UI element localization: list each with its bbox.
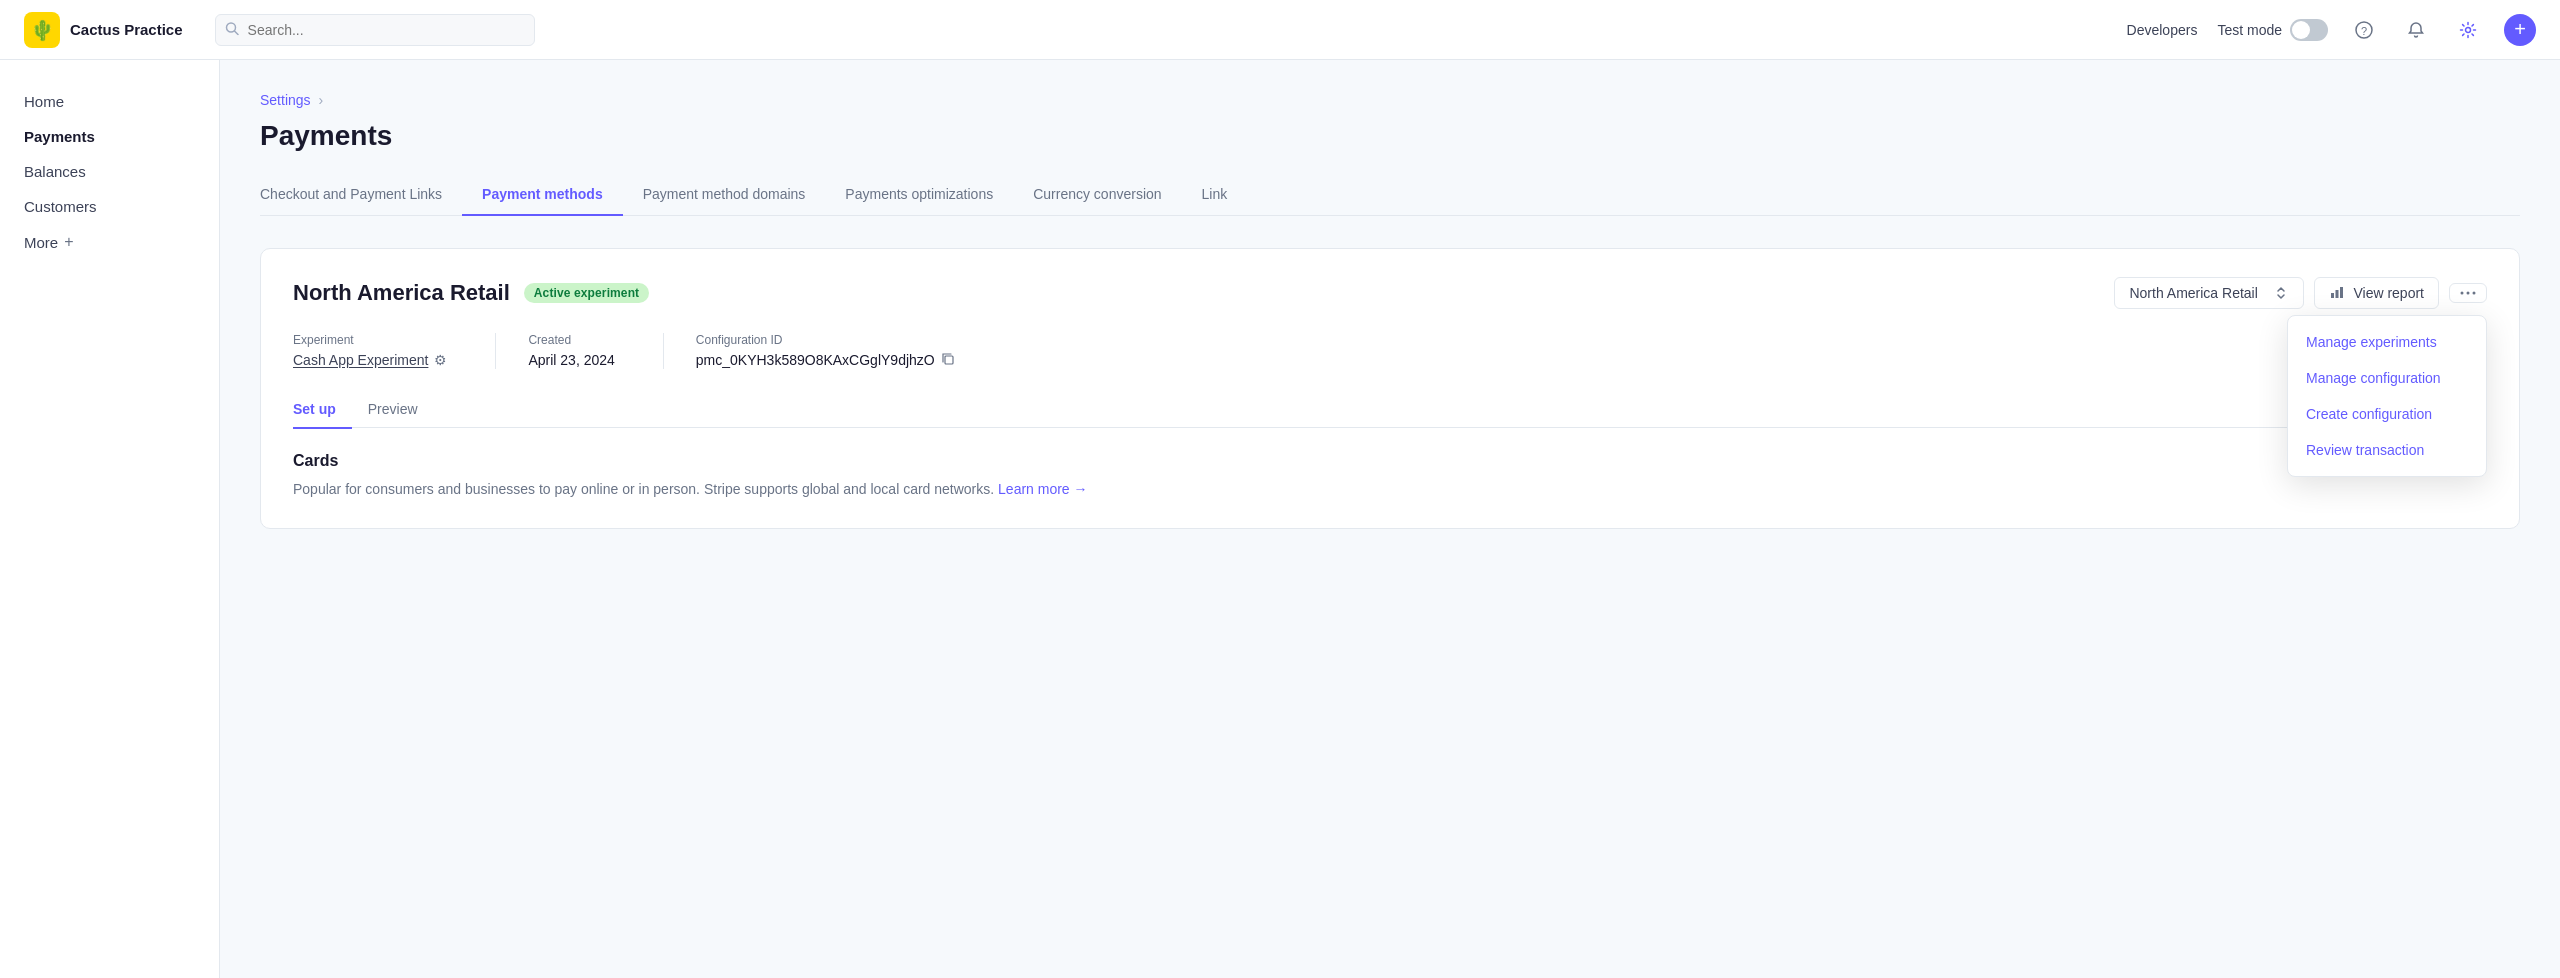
tab-checkout[interactable]: Checkout and Payment Links: [260, 176, 462, 216]
experiment-label: Experiment: [293, 333, 447, 347]
config-id-label: Configuration ID: [696, 333, 955, 347]
cards-desc-text: Popular for consumers and businesses to …: [293, 481, 994, 497]
search-icon: [225, 21, 239, 38]
created-label: Created: [528, 333, 614, 347]
cards-description: Popular for consumers and businesses to …: [293, 478, 2487, 500]
main-tabs: Checkout and Payment Links Payment metho…: [260, 176, 2520, 216]
info-created: Created April 23, 2024: [495, 333, 662, 369]
view-report-button[interactable]: View report: [2314, 277, 2439, 309]
tab-currency-conversion[interactable]: Currency conversion: [1013, 176, 1181, 216]
page-title: Payments: [260, 120, 2520, 152]
dropdown-manage-configuration[interactable]: Manage configuration: [2288, 360, 2486, 396]
breadcrumb: Settings ›: [260, 92, 2520, 108]
sub-tabs: Set up Preview: [293, 393, 2487, 429]
ellipsis-icon: [2460, 291, 2476, 295]
svg-point-10: [2473, 291, 2476, 294]
sidebar-item-payments[interactable]: Payments: [0, 119, 219, 154]
section-header: North America Retail Active experiment N…: [293, 277, 2487, 309]
svg-rect-6: [2336, 290, 2339, 298]
search-bar[interactable]: [215, 14, 535, 46]
active-experiment-badge: Active experiment: [524, 283, 649, 303]
top-navigation: 🌵 Cactus Practice Developers Test mode ?: [0, 0, 2560, 60]
info-experiment: Experiment Cash App Experiment ⚙: [293, 333, 495, 369]
sidebar-item-label-balances: Balances: [24, 163, 86, 180]
app-logo[interactable]: 🌵 Cactus Practice: [24, 12, 183, 48]
dropdown-manage-experiments[interactable]: Manage experiments: [2288, 324, 2486, 360]
chevron-updown-icon: [2273, 285, 2289, 301]
tab-payments-optimizations[interactable]: Payments optimizations: [825, 176, 1013, 216]
svg-point-8: [2461, 291, 2464, 294]
testmode-label: Test mode: [2217, 22, 2282, 38]
svg-rect-11: [945, 356, 953, 364]
testmode-toggle[interactable]: [2290, 19, 2328, 41]
layout: Home Payments Balances Customers More + …: [0, 60, 2560, 978]
logo-icon: 🌵: [24, 12, 60, 48]
sidebar-item-label-home: Home: [24, 93, 64, 110]
config-id-text: pmc_0KYH3k589O8KAxCGglY9djhzO: [696, 352, 935, 368]
svg-rect-7: [2340, 287, 2343, 298]
tab-payment-method-domains[interactable]: Payment method domains: [623, 176, 826, 216]
sidebar-item-home[interactable]: Home: [0, 84, 219, 119]
sidebar: Home Payments Balances Customers More +: [0, 60, 220, 978]
copy-icon[interactable]: [941, 352, 955, 369]
sidebar-item-label-customers: Customers: [24, 198, 97, 215]
section-header-right: North America Retail View r: [2114, 277, 2487, 309]
svg-line-1: [234, 31, 238, 35]
chart-icon: [2329, 285, 2345, 301]
info-row: Experiment Cash App Experiment ⚙ Created…: [293, 333, 2487, 369]
section-north-america-retail: North America Retail Active experiment N…: [260, 248, 2520, 530]
search-input[interactable]: [215, 14, 535, 46]
developers-link[interactable]: Developers: [2127, 22, 2198, 38]
toggle-thumb: [2292, 21, 2310, 39]
settings-button[interactable]: [2452, 14, 2484, 46]
app-name: Cactus Practice: [70, 21, 183, 38]
help-button[interactable]: ?: [2348, 14, 2380, 46]
breadcrumb-separator: ›: [319, 92, 324, 108]
created-value: April 23, 2024: [528, 352, 614, 368]
sidebar-item-label-more: More: [24, 234, 58, 251]
more-button[interactable]: [2449, 283, 2487, 303]
learn-more-link[interactable]: Learn more →: [998, 481, 1087, 497]
dropdown-review-transaction[interactable]: Review transaction: [2288, 432, 2486, 468]
main-content: Settings › Payments Checkout and Payment…: [220, 60, 2560, 978]
svg-point-4: [2466, 27, 2471, 32]
config-select-button[interactable]: North America Retail: [2114, 277, 2304, 309]
sidebar-item-more[interactable]: More +: [0, 224, 219, 260]
testmode-wrap: Test mode: [2217, 19, 2328, 41]
sidebar-item-label-payments: Payments: [24, 128, 95, 145]
dropdown-create-configuration[interactable]: Create configuration: [2288, 396, 2486, 432]
sidebar-item-balances[interactable]: Balances: [0, 154, 219, 189]
config-id-value: pmc_0KYH3k589O8KAxCGglY9djhzO: [696, 352, 955, 369]
svg-rect-5: [2331, 293, 2334, 298]
sidebar-item-customers[interactable]: Customers: [0, 189, 219, 224]
notifications-button[interactable]: [2400, 14, 2432, 46]
cards-title: Cards: [293, 452, 2487, 470]
topnav-right: Developers Test mode ? +: [2127, 14, 2536, 46]
svg-point-9: [2467, 291, 2470, 294]
config-select-value: North America Retail: [2129, 285, 2257, 301]
breadcrumb-settings-link[interactable]: Settings: [260, 92, 311, 108]
svg-text:?: ?: [2361, 24, 2367, 36]
subtab-preview[interactable]: Preview: [352, 393, 434, 429]
cards-section: Cards Popular for consumers and business…: [293, 452, 2487, 500]
view-report-label: View report: [2353, 285, 2424, 301]
info-config-id: Configuration ID pmc_0KYH3k589O8KAxCGglY…: [663, 333, 1003, 369]
subtab-setup[interactable]: Set up: [293, 393, 352, 429]
tab-link[interactable]: Link: [1182, 176, 1248, 216]
experiment-link[interactable]: Cash App Experiment: [293, 352, 428, 368]
experiment-value: Cash App Experiment ⚙: [293, 352, 447, 368]
dropdown-menu: Manage experiments Manage configuration …: [2287, 315, 2487, 477]
section-title: North America Retail: [293, 280, 510, 306]
tab-payment-methods[interactable]: Payment methods: [462, 176, 623, 216]
plus-icon: +: [64, 233, 73, 251]
experiment-gear-icon[interactable]: ⚙: [434, 352, 447, 368]
add-button[interactable]: +: [2504, 14, 2536, 46]
